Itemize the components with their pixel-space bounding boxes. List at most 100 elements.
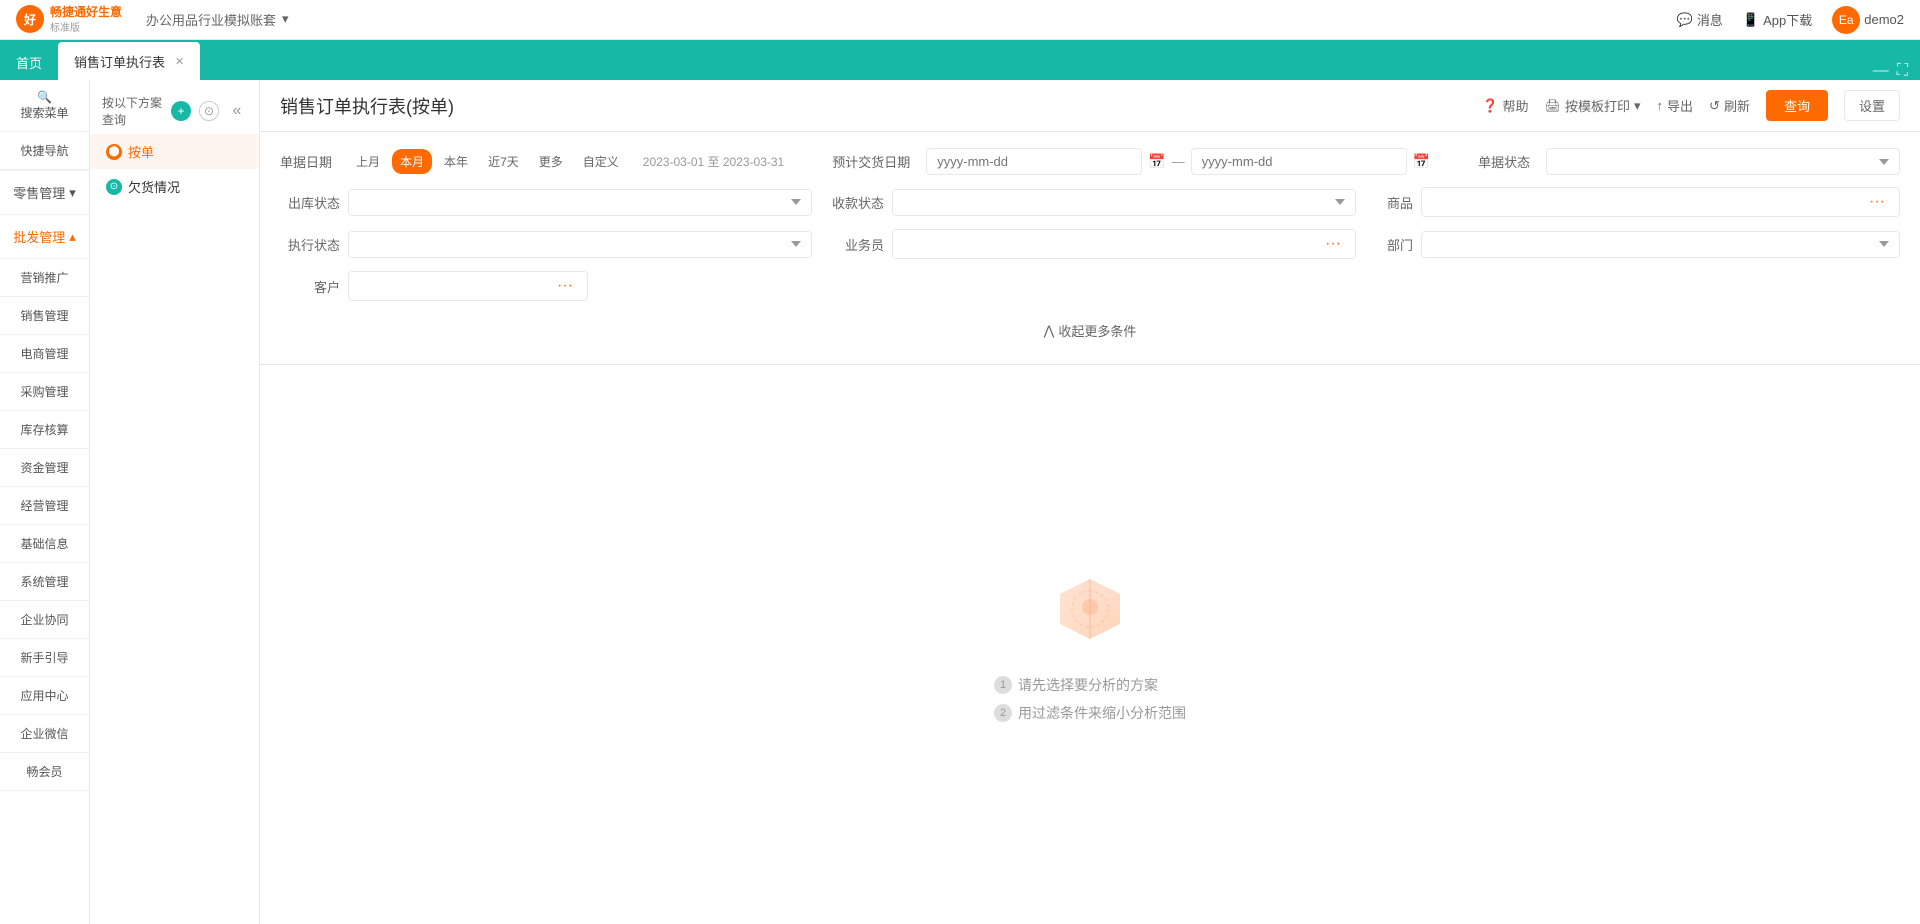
sidebar-item-member[interactable]: 畅会员 bbox=[0, 753, 89, 791]
empty-tip-1: 1 请先选择要分析的方案 bbox=[994, 675, 1186, 695]
sidebar-item-wholesale[interactable]: 批发管理 ▴ bbox=[0, 215, 89, 259]
sidebar-item-inventory[interactable]: 库存核算 bbox=[0, 411, 89, 449]
date-tab-last-month[interactable]: 上月 bbox=[348, 149, 388, 174]
content-with-sidebar: 按以下方案查询 + ⊙ « ⬤ 按单 ⊙ 欠货情况 销售订单执行表(按单) bbox=[90, 80, 1920, 924]
filter-row-1: 单据日期 上月 本月 本年 近7天 更多 自定义 2023-03-01 至 20… bbox=[280, 148, 1900, 175]
sidebar-item-newbie[interactable]: 新手引导 bbox=[0, 639, 89, 677]
copy-plan-button[interactable]: ⊙ bbox=[199, 101, 219, 121]
tab-sales-order-label: 销售订单执行表 bbox=[74, 52, 165, 71]
calendar-to-icon[interactable]: 📅 bbox=[1413, 153, 1430, 170]
payment-status-select[interactable] bbox=[892, 189, 1356, 216]
customer-ellipsis-icon[interactable]: ··· bbox=[553, 277, 577, 295]
plan-item-backorder-icon: ⊙ bbox=[106, 179, 122, 195]
sidebar-newbie-label: 新手引导 bbox=[20, 651, 68, 665]
filter-row-2: 出库状态 收款状态 商品 ··· bbox=[280, 187, 1900, 217]
plan-item-backorder-label: 欠货情况 bbox=[128, 177, 180, 196]
salesperson-label: 业务员 bbox=[824, 235, 884, 254]
print-button[interactable]: 🖨 按模板打印 ▾ bbox=[1544, 96, 1640, 115]
tab-close-icon[interactable]: ✕ bbox=[175, 55, 184, 68]
filter-row-4: 客户 ··· bbox=[280, 271, 1900, 301]
out-status-select[interactable] bbox=[348, 189, 812, 216]
goods-label: 商品 bbox=[1368, 193, 1413, 212]
sidebar-item-purchase[interactable]: 采购管理 bbox=[0, 373, 89, 411]
date-tab-this-month[interactable]: 本月 bbox=[392, 149, 432, 174]
out-status-label: 出库状态 bbox=[280, 193, 340, 212]
user-name: demo2 bbox=[1864, 12, 1904, 27]
collapse-filters-button[interactable]: ⋀ 收起更多条件 bbox=[280, 313, 1900, 348]
salesperson-input[interactable]: ··· bbox=[892, 229, 1356, 259]
sidebar-quick-nav[interactable]: 快捷导航 bbox=[0, 132, 89, 170]
app-download-icon: 📱 bbox=[1743, 12, 1759, 28]
tab-minimize-icon[interactable]: — bbox=[1873, 62, 1889, 80]
customer-input[interactable]: ··· bbox=[348, 271, 588, 301]
tab-home[interactable]: 首页 bbox=[0, 44, 58, 80]
message-button[interactable]: 💬 消息 bbox=[1677, 10, 1723, 29]
sidebar-item-enterprise[interactable]: 企业协同 bbox=[0, 601, 89, 639]
breadcrumb-text: 办公用品行业模拟账套 bbox=[146, 10, 276, 29]
exec-status-select[interactable] bbox=[348, 231, 812, 258]
message-icon: 💬 bbox=[1677, 12, 1693, 28]
breadcrumb[interactable]: 办公用品行业模拟账套 ▾ bbox=[146, 10, 289, 29]
sidebar-item-system[interactable]: 系统管理 bbox=[0, 563, 89, 601]
plan-item-order-label: 按单 bbox=[128, 142, 154, 161]
sidebar-item-app-center[interactable]: 应用中心 bbox=[0, 677, 89, 715]
dept-select[interactable] bbox=[1421, 231, 1900, 258]
quick-nav-label: 快捷导航 bbox=[0, 142, 89, 159]
sidebar-enterprise-label: 企业协同 bbox=[20, 613, 68, 627]
sidebar-inventory-label: 库存核算 bbox=[20, 423, 68, 437]
plan-item-order[interactable]: ⬤ 按单 bbox=[90, 134, 259, 169]
sidebar-finance-label: 资金管理 bbox=[20, 461, 68, 475]
sidebar-item-marketing[interactable]: 营销推广 bbox=[0, 259, 89, 297]
sidebar: 🔍 搜索菜单 快捷导航 零售管理 ▾ 批发管理 ▴ 营销推广 销售管理 电商管理… bbox=[0, 80, 90, 924]
expected-date-label: 预计交货日期 bbox=[832, 152, 910, 171]
panel-header: 按以下方案查询 + ⊙ « bbox=[90, 88, 259, 134]
avatar: Ea bbox=[1832, 6, 1860, 34]
sidebar-retail-expand-icon: ▾ bbox=[69, 185, 76, 201]
collapse-panel-button[interactable]: « bbox=[227, 101, 247, 121]
doc-status-label: 单据状态 bbox=[1478, 152, 1530, 171]
refresh-button[interactable]: ↺ 刷新 bbox=[1709, 96, 1750, 115]
export-button[interactable]: ↑ 导出 bbox=[1657, 96, 1694, 115]
expected-date-to-input[interactable] bbox=[1191, 148, 1407, 175]
expected-date-range: 📅 — 📅 bbox=[926, 148, 1430, 175]
sidebar-search[interactable]: 🔍 搜索菜单 bbox=[0, 80, 89, 132]
date-tab-custom[interactable]: 自定义 bbox=[575, 149, 627, 174]
logo-sub: 标准版 bbox=[50, 19, 122, 34]
tab-sales-order[interactable]: 销售订单执行表 ✕ bbox=[58, 42, 200, 80]
left-panel: 按以下方案查询 + ⊙ « ⬤ 按单 ⊙ 欠货情况 bbox=[90, 80, 260, 924]
sidebar-wholesale-label: 批发管理 bbox=[13, 227, 65, 246]
customer-label: 客户 bbox=[280, 277, 340, 296]
help-button[interactable]: ❓ 帮助 bbox=[1482, 96, 1528, 115]
date-tab-more[interactable]: 更多 bbox=[531, 149, 571, 174]
sidebar-item-ecommerce[interactable]: 电商管理 bbox=[0, 335, 89, 373]
print-label: 按模板打印 bbox=[1565, 96, 1630, 115]
goods-ellipsis-icon[interactable]: ··· bbox=[1865, 193, 1889, 211]
tab-home-label: 首页 bbox=[16, 53, 42, 72]
add-plan-button[interactable]: + bbox=[171, 101, 191, 121]
sidebar-item-operations[interactable]: 经营管理 bbox=[0, 487, 89, 525]
plan-item-backorder[interactable]: ⊙ 欠货情况 bbox=[90, 169, 259, 204]
expected-date-from-input[interactable] bbox=[926, 148, 1142, 175]
query-button[interactable]: 查询 bbox=[1766, 90, 1828, 121]
data-area: 1 请先选择要分析的方案 2 用过滤条件来缩小分析范围 bbox=[260, 365, 1920, 924]
sidebar-item-retail[interactable]: 零售管理 ▾ bbox=[0, 171, 89, 215]
sidebar-item-finance[interactable]: 资金管理 bbox=[0, 449, 89, 487]
date-tab-7days[interactable]: 近7天 bbox=[480, 149, 527, 174]
sidebar-item-basic[interactable]: 基础信息 bbox=[0, 525, 89, 563]
goods-input[interactable]: ··· bbox=[1421, 187, 1900, 217]
app-download-button[interactable]: 📱 App下载 bbox=[1743, 10, 1812, 29]
user-area[interactable]: Ea demo2 bbox=[1832, 6, 1904, 34]
salesperson-ellipsis-icon[interactable]: ··· bbox=[1321, 235, 1345, 253]
page-content: 销售订单执行表(按单) ❓ 帮助 🖨 按模板打印 ▾ ↑ 导出 bbox=[260, 80, 1920, 924]
tab-maximize-icon[interactable]: ⛶ bbox=[1897, 62, 1908, 80]
calendar-from-icon[interactable]: 📅 bbox=[1148, 153, 1165, 170]
logo-text-area: 畅捷通好生意 标准版 bbox=[50, 5, 122, 34]
help-label: 帮助 bbox=[1502, 96, 1528, 115]
sidebar-item-wechat[interactable]: 企业微信 bbox=[0, 715, 89, 753]
exec-status-label: 执行状态 bbox=[280, 235, 340, 254]
sidebar-item-sales[interactable]: 销售管理 bbox=[0, 297, 89, 335]
filter-area: 单据日期 上月 本月 本年 近7天 更多 自定义 2023-03-01 至 20… bbox=[260, 132, 1920, 365]
settings-button[interactable]: 设置 bbox=[1844, 90, 1900, 121]
doc-status-select[interactable] bbox=[1546, 148, 1900, 175]
date-tab-this-year[interactable]: 本年 bbox=[436, 149, 476, 174]
